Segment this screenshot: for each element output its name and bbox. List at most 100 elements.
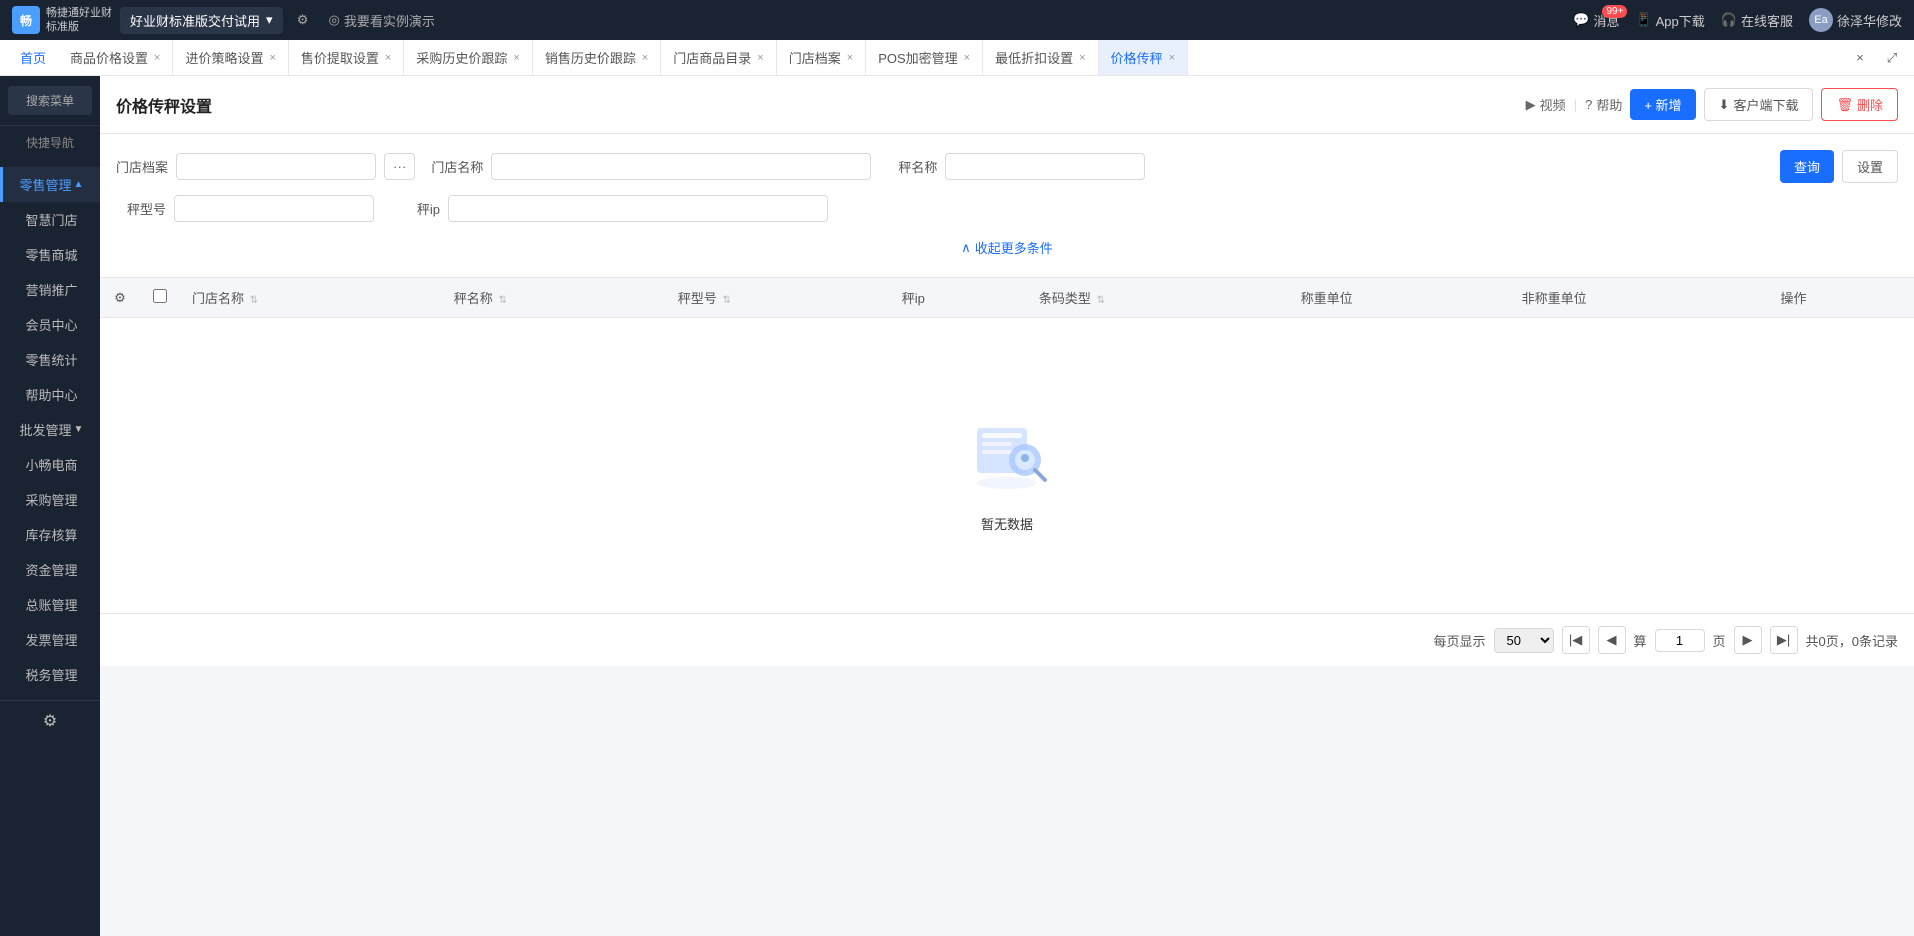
sidebar-item-marketing[interactable]: 营销推广 (0, 272, 100, 307)
tab-pos-manage[interactable]: POS加密管理 × (866, 40, 983, 76)
table-wrapper: ⚙ 门店名称 ⇅ 秤名称 ⇅ (100, 278, 1914, 613)
sidebar-item-wholesale[interactable]: 批发管理 ▼ (0, 412, 100, 447)
sidebar-item-retail[interactable]: 零售管理 ▲ (0, 167, 100, 202)
top-bar: 畅 畅捷通好业财 标准版 好业财标准版交付试用 ▾ ⚙ ◎ 我要看实例演示 💬 … (0, 0, 1914, 40)
tab-close-all-button[interactable]: × (1846, 44, 1874, 72)
tab-purchase-history[interactable]: 采购历史价跟踪 × (404, 40, 532, 76)
sidebar-item-retail-mall[interactable]: 零售商城 (0, 237, 100, 272)
last-page-button[interactable]: ▶| (1770, 626, 1798, 654)
chevron-down-icon: ▼ (74, 424, 84, 435)
sidebar-item-tax[interactable]: 税务管理 (0, 657, 100, 692)
tab-close-icon[interactable]: × (757, 52, 763, 64)
user-info[interactable]: Ea 徐泽华修改 (1809, 8, 1902, 32)
tab-close-icon[interactable]: × (1079, 52, 1085, 64)
sidebar-item-ledger-label: 总账管理 (25, 598, 77, 613)
query-button[interactable]: 查询 (1780, 150, 1834, 183)
collapse-row: ∧ 收起更多条件 (116, 234, 1898, 261)
tab-close-icon[interactable]: × (385, 52, 391, 64)
message-button[interactable]: 💬 消息 99+ (1573, 11, 1619, 30)
select-all-checkbox[interactable] (153, 289, 167, 303)
tab-store-catalog-label: 门店商品目录 (673, 48, 751, 67)
store-file-item: 门店档案 ··· (116, 153, 415, 180)
sort-icon[interactable]: ⇅ (498, 295, 506, 306)
sort-icon[interactable]: ⇅ (250, 295, 258, 306)
export-button[interactable]: ⬇ 客户端下载 (1704, 88, 1814, 121)
chevron-up-icon: ▲ (74, 179, 84, 190)
tab-close-icon[interactable]: × (847, 52, 853, 64)
tab-price-transfer[interactable]: 价格传秤 × (1099, 40, 1188, 76)
quick-nav-button[interactable]: 快捷导航 (0, 126, 100, 159)
demo-link[interactable]: ◎ 我要看实例演示 (329, 11, 435, 30)
sidebar-item-smart-store[interactable]: 智慧门店 (0, 202, 100, 237)
sidebar-item-ecommerce-label: 小畅电商 (25, 458, 77, 473)
tab-price-strategy[interactable]: 进价策略设置 × (173, 40, 288, 76)
tab-close-icon[interactable]: × (964, 52, 970, 64)
tab-sales-history-label: 销售历史价跟踪 (545, 48, 636, 67)
sidebar-item-tax-label: 税务管理 (25, 668, 77, 683)
tab-store-catalog[interactable]: 门店商品目录 × (661, 40, 776, 76)
sidebar-item-invoice[interactable]: 发票管理 (0, 622, 100, 657)
delete-button[interactable]: 🗑 删除 (1821, 88, 1898, 121)
avatar-text: Ea (1814, 14, 1827, 26)
sort-icon[interactable]: ⇅ (722, 295, 730, 306)
tab-close-icon[interactable]: × (269, 52, 275, 64)
sidebar-item-ledger[interactable]: 总账管理 (0, 587, 100, 622)
tab-close-icon[interactable]: × (1169, 52, 1175, 64)
data-table: ⚙ 门店名称 ⇅ 秤名称 ⇅ (100, 278, 1914, 318)
scale-name-input[interactable] (945, 153, 1145, 180)
add-button[interactable]: + 新增 (1630, 89, 1695, 120)
tab-close-icon[interactable]: × (513, 52, 519, 64)
video-link[interactable]: ▶ 视频 (1526, 95, 1566, 114)
sidebar-item-retail-stats[interactable]: 零售统计 (0, 342, 100, 377)
search-menu-button[interactable]: 搜索菜单 (8, 86, 92, 115)
store-file-ellipsis-button[interactable]: ··· (384, 153, 415, 180)
download-icon: 📱 (1635, 12, 1651, 28)
selector-settings-icon[interactable]: ⚙ (289, 6, 317, 34)
prev-page-button[interactable]: ◀ (1598, 626, 1626, 654)
th-settings[interactable]: ⚙ (100, 278, 140, 318)
sidebar-item-help[interactable]: 帮助中心 (0, 377, 100, 412)
settings-gear-icon[interactable]: ⚙ (4, 711, 96, 731)
scale-ip-input[interactable] (448, 195, 828, 222)
th-scale-model: 秤型号 ⇅ (666, 278, 890, 318)
sidebar-item-purchase[interactable]: 采购管理 (0, 482, 100, 517)
first-page-button[interactable]: |◀ (1562, 626, 1590, 654)
sidebar-item-invoice-label: 发票管理 (25, 633, 77, 648)
tab-close-icon[interactable]: × (154, 52, 160, 64)
app-download-button[interactable]: 📱 App下载 (1635, 11, 1704, 30)
th-checkbox[interactable] (140, 278, 180, 318)
tab-product-price[interactable]: 商品价格设置 × (58, 40, 173, 76)
empty-state: 暂无数据 (100, 318, 1914, 613)
version-selector[interactable]: 好业财标准版交付试用 ▾ (120, 7, 283, 34)
empty-text: 暂无数据 (981, 514, 1033, 533)
tab-home[interactable]: 首页 (8, 40, 58, 76)
page-number-input[interactable] (1655, 629, 1705, 652)
main-layout: 搜索菜单 快捷导航 零售管理 ▲ 智慧门店 零售商城 营销推广 会员中心 零售统… (0, 76, 1914, 936)
help-link[interactable]: ? 帮助 (1585, 95, 1622, 114)
tab-min-discount[interactable]: 最低折扣设置 × (983, 40, 1098, 76)
th-weight-unit-label: 称重单位 (1301, 291, 1353, 306)
sidebar-item-finance[interactable]: 资金管理 (0, 552, 100, 587)
scale-model-input[interactable] (174, 195, 374, 222)
th-scale-name: 秤名称 ⇅ (442, 278, 666, 318)
tab-store-file[interactable]: 门店档案 × (777, 40, 866, 76)
store-file-input[interactable] (176, 153, 376, 180)
sidebar-item-inventory[interactable]: 库存核算 (0, 517, 100, 552)
tab-close-icon[interactable]: × (642, 52, 648, 64)
set-button[interactable]: 设置 (1842, 150, 1898, 183)
tab-sales-history[interactable]: 销售历史价跟踪 × (533, 40, 661, 76)
sort-icon[interactable]: ⇅ (1096, 295, 1104, 306)
help-label: 帮助 (1596, 95, 1622, 114)
online-service-button[interactable]: 🎧 在线客服 (1721, 11, 1793, 30)
store-name-input[interactable] (491, 153, 871, 180)
page-actions: ▶ 视频 | ? 帮助 + 新增 ⬇ 客户端下载 (1526, 88, 1898, 121)
sidebar-item-ecommerce[interactable]: 小畅电商 (0, 447, 100, 482)
collapse-button[interactable]: ∧ 收起更多条件 (961, 238, 1053, 257)
tab-expand-button[interactable]: ⤢ (1878, 44, 1906, 72)
per-page-select[interactable]: 50 20 100 (1494, 628, 1554, 653)
tab-price-extract[interactable]: 售价提取设置 × (289, 40, 404, 76)
chevron-up-icon: ∧ (961, 240, 971, 256)
tab-purchase-history-label: 采购历史价跟踪 (416, 48, 507, 67)
sidebar-item-member[interactable]: 会员中心 (0, 307, 100, 342)
next-page-button[interactable]: ▶ (1734, 626, 1762, 654)
